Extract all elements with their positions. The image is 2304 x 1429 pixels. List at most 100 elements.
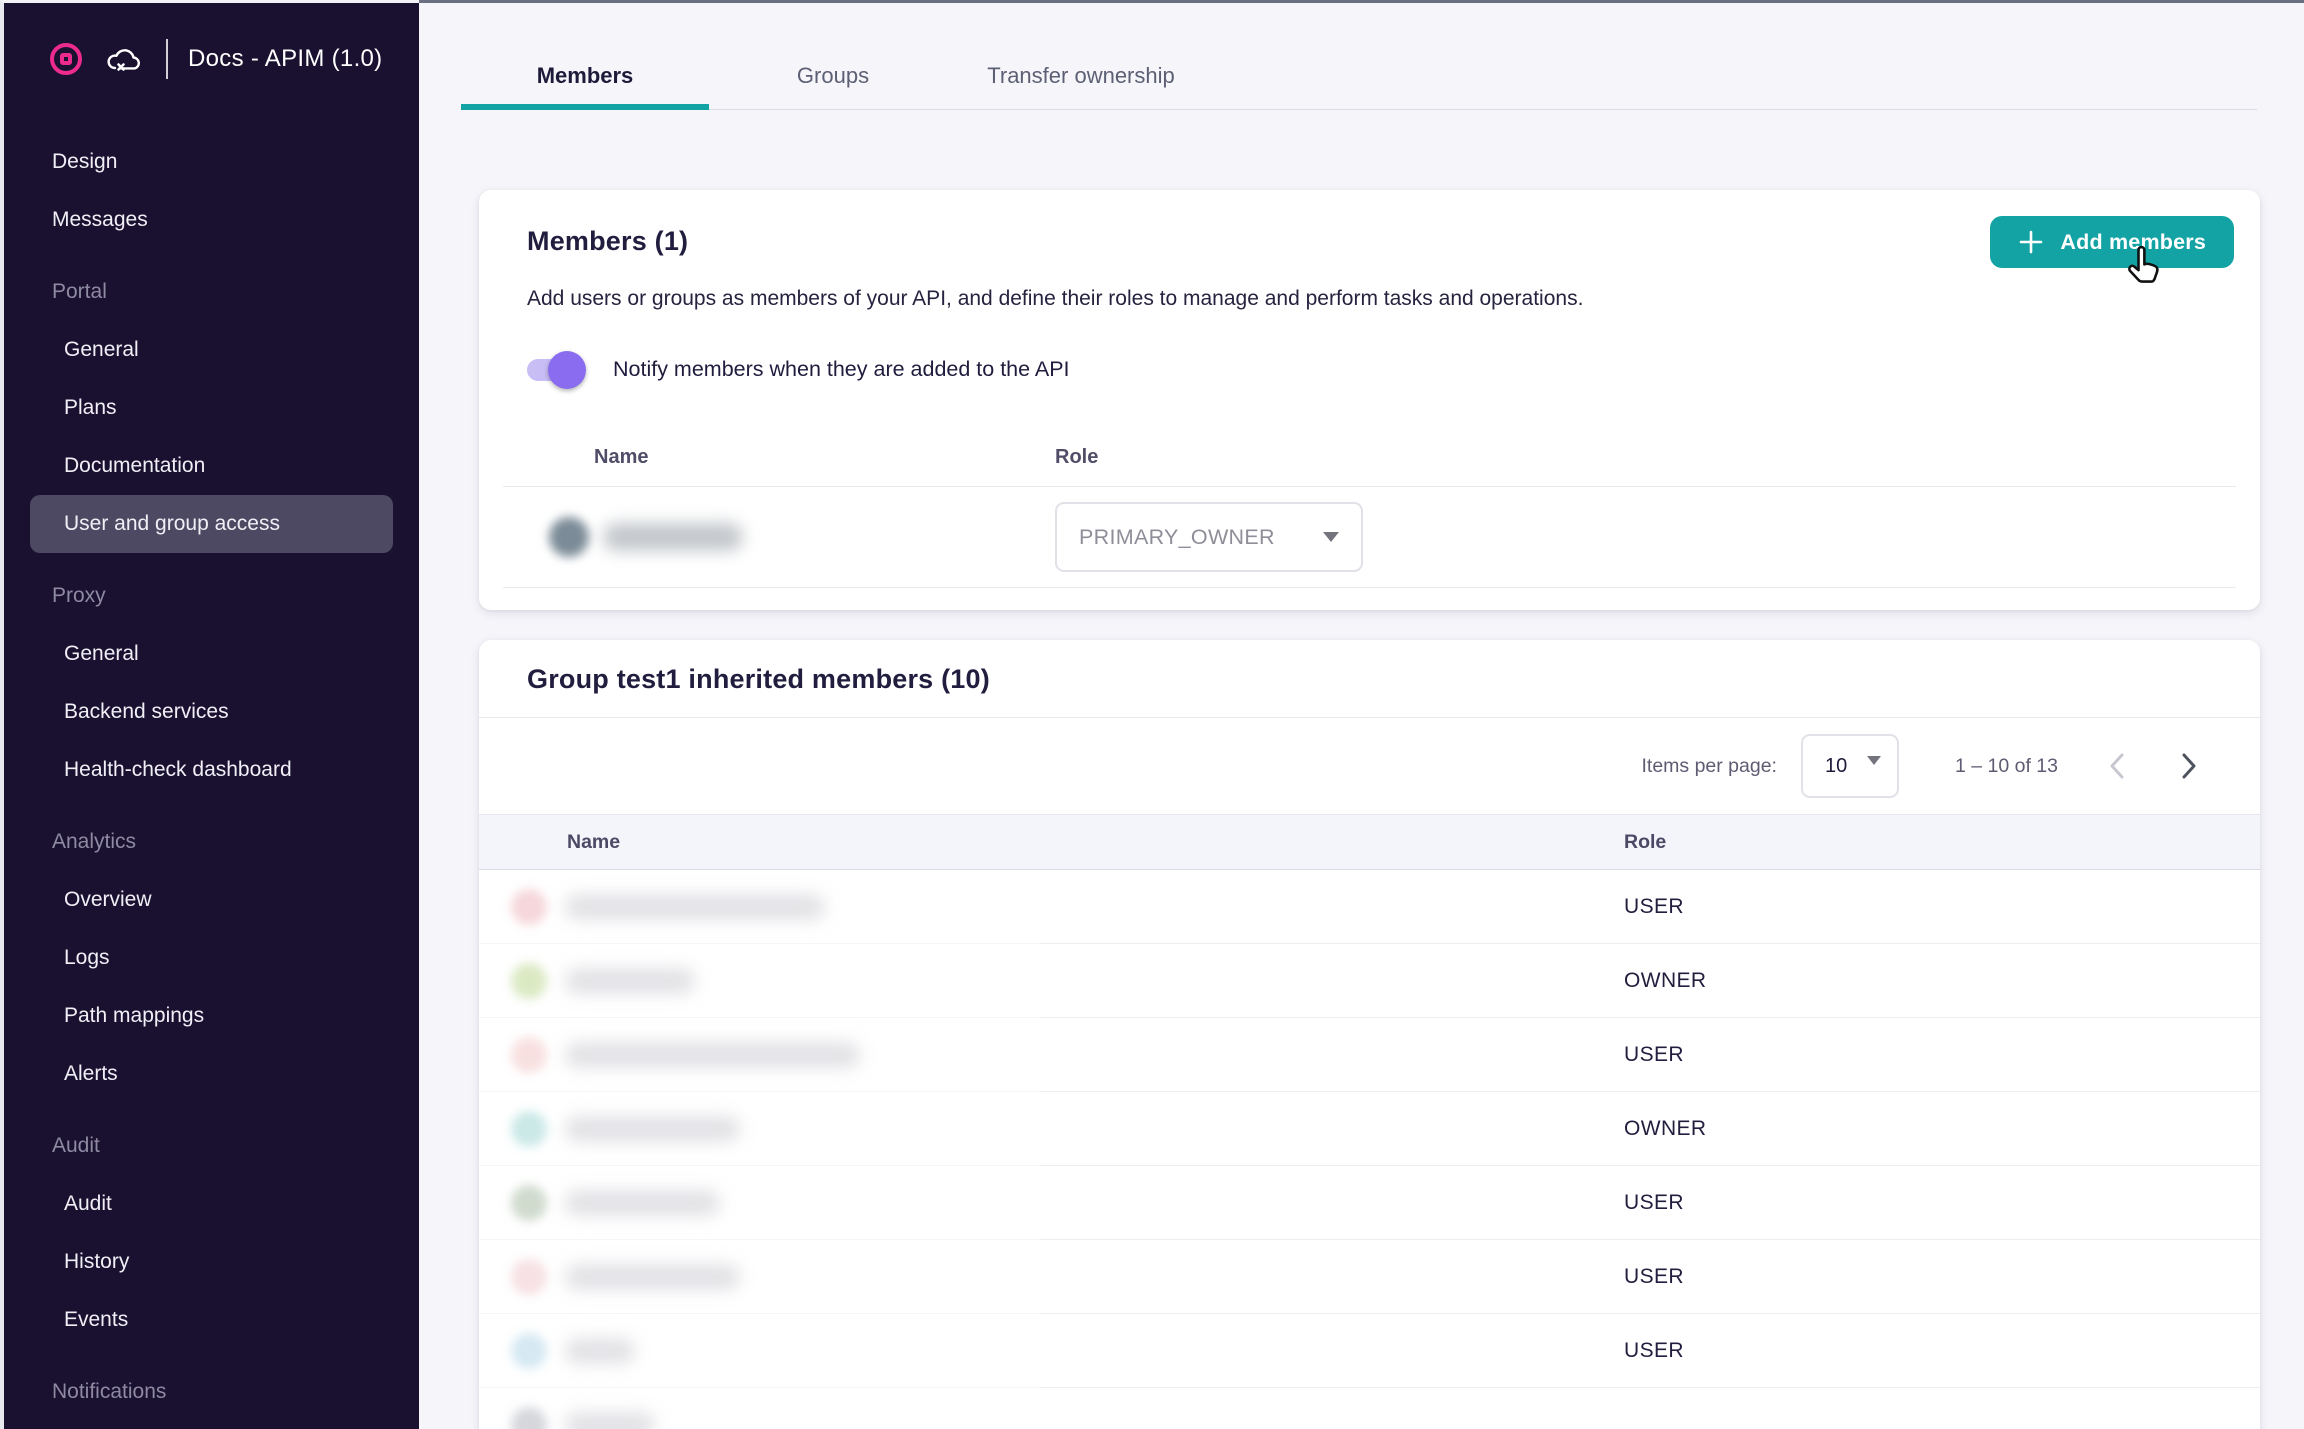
members-col-role: Role: [1055, 446, 2236, 469]
table-row: USER: [479, 1314, 2260, 1388]
row-role-value: USER: [1624, 1043, 2260, 1067]
sidebar-section-analytics: Analytics: [30, 813, 393, 871]
api-title: Docs - APIM (1.0): [188, 45, 382, 73]
row-name-redacted: [565, 1190, 720, 1216]
row-avatar: [511, 1037, 547, 1073]
row-role-value: USER: [1624, 895, 2260, 919]
members-col-name: Name: [503, 446, 1055, 469]
members-table-header: Name Role: [503, 428, 2236, 486]
sidebar: Docs - APIM (1.0) Design Messages Portal…: [0, 0, 419, 1429]
row-role-value: OWNER: [1624, 969, 2260, 993]
row-name-redacted: [565, 894, 825, 920]
row-avatar: [511, 1111, 547, 1147]
table-row: [479, 1388, 2260, 1429]
chevron-down-icon: [1323, 532, 1339, 542]
table-row: OWNER: [479, 1092, 2260, 1166]
add-members-button[interactable]: Add members: [1990, 216, 2234, 268]
notify-toggle[interactable]: [527, 359, 581, 381]
row-name-cell: [479, 1111, 1624, 1147]
table-row: OWNER: [479, 944, 2260, 1018]
previous-page-button[interactable]: [2104, 751, 2130, 781]
member-role-select[interactable]: PRIMARY_OWNER: [1055, 502, 1363, 572]
sidebar-item-events[interactable]: Events: [30, 1291, 393, 1349]
logo-divider: [166, 39, 168, 79]
members-table-row: PRIMARY_OWNER: [503, 486, 2236, 588]
tab-groups[interactable]: Groups: [709, 43, 957, 109]
sidebar-section-audit: Audit: [30, 1117, 393, 1175]
sidebar-nav: Design Messages Portal General Plans Doc…: [4, 115, 419, 1421]
plus-icon: [2018, 229, 2044, 255]
next-page-button[interactable]: [2176, 751, 2202, 781]
items-per-page-label: Items per page:: [1641, 755, 1777, 778]
row-avatar: [511, 1333, 547, 1369]
sidebar-item-general[interactable]: General: [30, 625, 393, 683]
member-name-redacted: [603, 523, 743, 551]
table-row: USER: [479, 1240, 2260, 1314]
member-role-value: PRIMARY_OWNER: [1079, 525, 1275, 550]
inherited-card-title: Group test1 inherited members (10): [527, 664, 2212, 695]
row-name-cell: [479, 889, 1624, 925]
sidebar-section-proxy: Proxy: [30, 567, 393, 625]
inherited-card-header: Group test1 inherited members (10): [479, 640, 2260, 717]
row-name-redacted: [565, 1116, 740, 1142]
sidebar-item-logs[interactable]: Logs: [30, 929, 393, 987]
cloud-offline-icon: [104, 43, 144, 75]
row-role-value: USER: [1624, 1265, 2260, 1289]
sidebar-item-path-mappings[interactable]: Path mappings: [30, 987, 393, 1045]
row-role-value: OWNER: [1624, 1117, 2260, 1141]
inherited-col-name: Name: [479, 831, 1624, 854]
sidebar-item-overview[interactable]: Overview: [30, 871, 393, 929]
notify-toggle-thumb: [548, 351, 586, 389]
chevron-down-icon: [1867, 756, 1881, 765]
sidebar-item-backend-services[interactable]: Backend services: [30, 683, 393, 741]
sidebar-item-audit[interactable]: Audit: [30, 1175, 393, 1233]
tab-bar: Members Groups Transfer ownership: [461, 3, 2257, 110]
members-table: Name Role PRIMARY_OWNER: [503, 428, 2236, 588]
sidebar-item-alerts[interactable]: Alerts: [30, 1045, 393, 1103]
row-avatar: [511, 963, 547, 999]
member-name-cell: [503, 517, 1055, 557]
row-name-redacted: [565, 1042, 860, 1068]
row-name-redacted: [565, 1338, 635, 1364]
items-per-page-select[interactable]: 10: [1801, 734, 1899, 798]
row-role-value: USER: [1624, 1191, 2260, 1215]
sidebar-item-messages[interactable]: Messages: [30, 191, 393, 249]
pagination-bar: Items per page: 10 1 – 10 of 13: [479, 718, 2260, 814]
member-avatar: [549, 517, 589, 557]
member-role-cell: PRIMARY_OWNER: [1055, 502, 2236, 572]
sidebar-item-plans[interactable]: Plans: [30, 379, 393, 437]
notify-toggle-row: Notify members when they are added to th…: [527, 357, 2212, 382]
row-name-cell: [479, 1407, 1624, 1429]
row-name-redacted: [565, 1412, 655, 1429]
row-name-cell: [479, 1185, 1624, 1221]
table-row: USER: [479, 1166, 2260, 1240]
notify-toggle-label: Notify members when they are added to th…: [613, 357, 1070, 382]
row-name-cell: [479, 963, 1624, 999]
inherited-members-card: Group test1 inherited members (10) Items…: [479, 640, 2260, 1429]
pagination-range-label: 1 – 10 of 13: [1955, 755, 2058, 778]
row-role-value: USER: [1624, 1339, 2260, 1363]
inherited-table-header: Name Role: [479, 814, 2260, 870]
items-per-page-value: 10: [1825, 755, 1847, 778]
gravitee-logo-icon: [50, 43, 82, 75]
sidebar-item-general[interactable]: General: [30, 321, 393, 379]
tab-members[interactable]: Members: [461, 43, 709, 109]
row-avatar: [511, 1407, 547, 1429]
row-name-redacted: [565, 1264, 740, 1290]
tab-transfer-ownership[interactable]: Transfer ownership: [957, 43, 1205, 109]
add-members-label: Add members: [2060, 230, 2206, 255]
sidebar-item-user-and-group-access[interactable]: User and group access: [30, 495, 393, 553]
sidebar-item-health-check-dashboard[interactable]: Health-check dashboard: [30, 741, 393, 799]
row-avatar: [511, 1259, 547, 1295]
members-card-description: Add users or groups as members of your A…: [527, 287, 2212, 311]
sidebar-section-portal: Portal: [30, 263, 393, 321]
members-card-title: Members (1): [527, 226, 2212, 257]
inherited-table-body: USER OWNER USER: [479, 870, 2260, 1429]
row-name-cell: [479, 1333, 1624, 1369]
row-name-redacted: [565, 968, 695, 994]
row-name-cell: [479, 1037, 1624, 1073]
sidebar-item-design[interactable]: Design: [30, 133, 393, 191]
main-content: Members Groups Transfer ownership Member…: [419, 0, 2304, 1429]
sidebar-item-history[interactable]: History: [30, 1233, 393, 1291]
sidebar-item-documentation[interactable]: Documentation: [30, 437, 393, 495]
